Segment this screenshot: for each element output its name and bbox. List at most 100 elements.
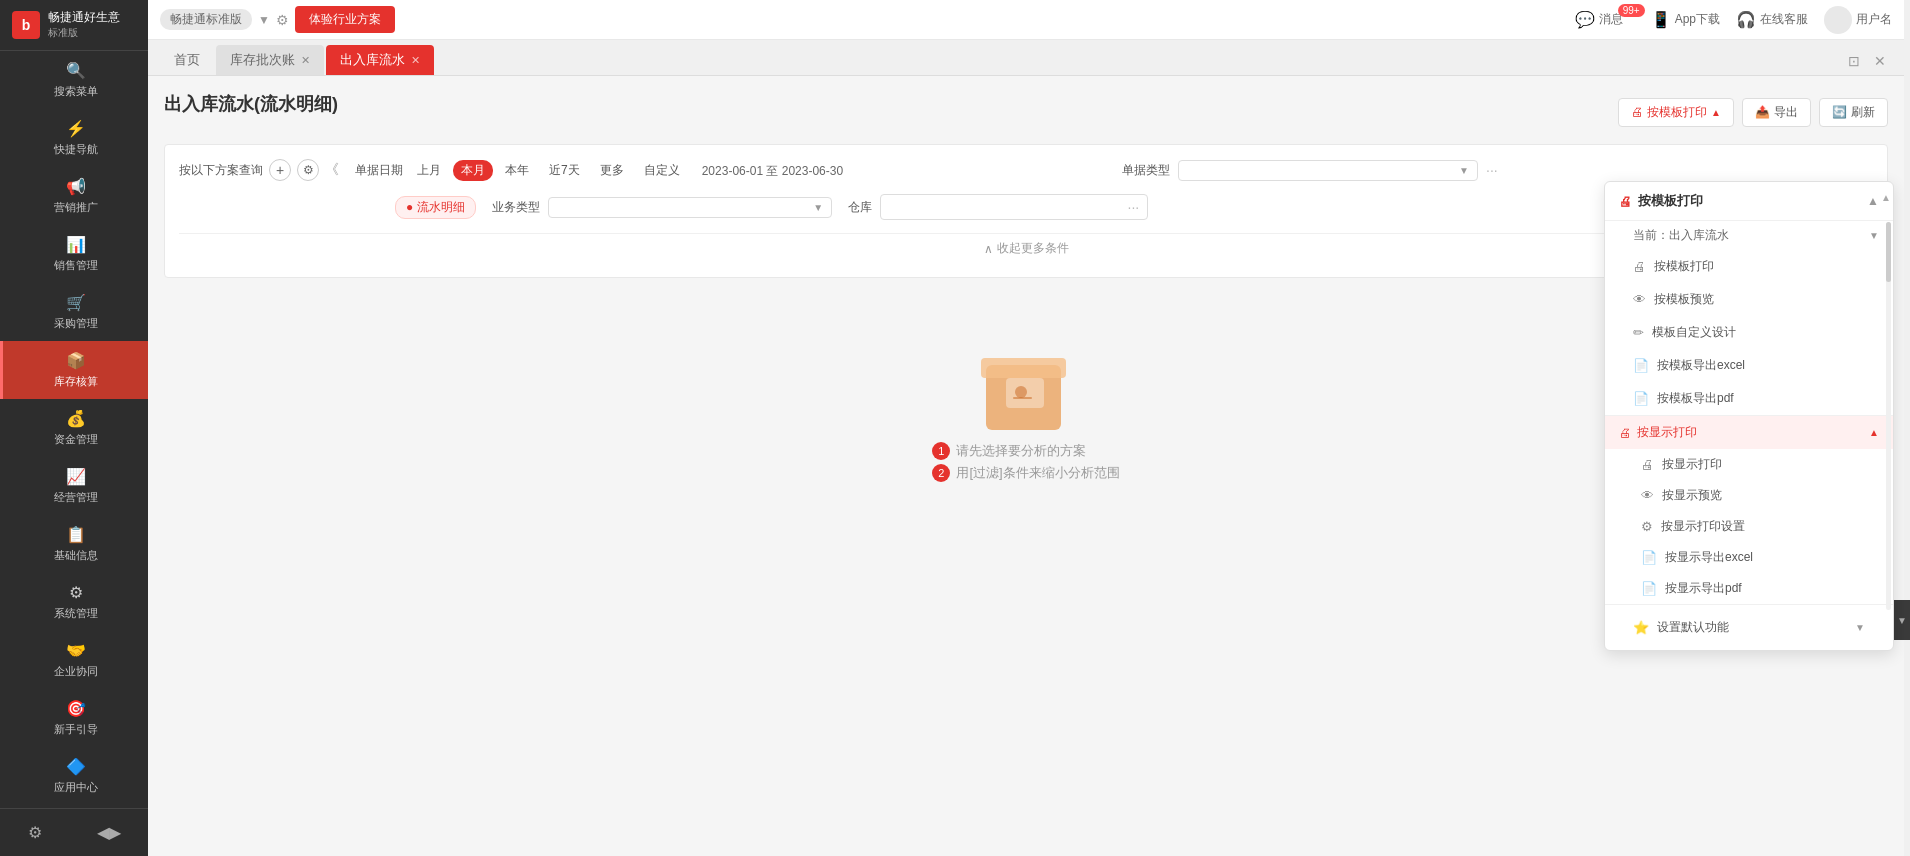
date-chip-custom[interactable]: 自定义 (636, 160, 688, 181)
refresh-btn[interactable]: 🔄 刷新 (1819, 98, 1888, 127)
sidebar-item-label: 销售管理 (54, 258, 98, 273)
app-download-label: App下载 (1675, 11, 1720, 28)
user-dropdown-icon[interactable]: ▼ (258, 13, 270, 27)
dropdown-item-display-print[interactable]: 🖨 按显示打印 (1605, 449, 1893, 480)
doc-type-input[interactable]: ▼ (1178, 160, 1478, 181)
dropdown-item-display-export-excel[interactable]: 📄 按显示导出excel (1605, 542, 1893, 573)
filter-set-btn[interactable]: ⚙ (297, 159, 319, 181)
business-type-input[interactable]: ▼ (548, 197, 832, 218)
panel-scroll-up[interactable]: ▲ (1879, 192, 1893, 203)
message-icon: 💬 (1575, 10, 1595, 29)
template-preview-icon: 👁 (1633, 292, 1646, 307)
tabs-bar: 首页 库存批次账 ✕ 出入库流水 ✕ ⊡ ✕ (148, 40, 1904, 76)
sidebar-nav: 🔍 搜索菜单 ⚡ 快捷导航 📢 营销推广 📊 销售管理 🛒 采购管理 📦 (0, 51, 148, 808)
sidebar-item-label: 营销推广 (54, 200, 98, 215)
display-section-icon: 🖨 (1619, 426, 1631, 440)
tab-close-all-btn[interactable]: ✕ (1868, 47, 1892, 75)
dropdown-display-section: 🖨 按显示打印 ▲ 🖨 按显示打印 👁 按显示预览 ⚙ (1605, 415, 1893, 604)
right-edge[interactable] (1904, 0, 1910, 856)
template-print-icon: 🖨 (1633, 259, 1646, 274)
sidebar-bottom: ⚙ ◀▶ (0, 808, 148, 856)
tab-home[interactable]: 首页 (160, 45, 214, 75)
sidebar-item-label: 系统管理 (54, 606, 98, 621)
sidebar-item-operations[interactable]: 📈 经营管理 (0, 457, 148, 515)
dropdown-display-header[interactable]: 🖨 按显示打印 ▲ (1605, 416, 1893, 449)
doc-type-label: 单据类型 (1122, 162, 1170, 179)
topbar-right: 💬 消息 99+ 📱 App下载 🎧 在线客服 用户名 (1575, 6, 1892, 34)
sidebar-item-label: 基础信息 (54, 548, 98, 563)
date-chip-this-month[interactable]: 本月 (453, 160, 493, 181)
sidebar-item-quick-nav[interactable]: ⚡ 快捷导航 (0, 109, 148, 167)
sidebar-item-system[interactable]: ⚙ 系统管理 (0, 573, 148, 631)
basic-info-icon: 📋 (66, 525, 86, 544)
filter-tag-icon: ● (406, 200, 413, 214)
filter-collapse-btn[interactable]: 《 (325, 161, 339, 179)
date-chip-7days[interactable]: 近7天 (541, 160, 588, 181)
export-btn[interactable]: 📤 导出 (1742, 98, 1811, 127)
trial-btn[interactable]: 体验行业方案 (295, 6, 395, 33)
dropdown-footer: ⭐ 设置默认功能 ▼ (1605, 604, 1893, 650)
template-pdf-icon: 📄 (1633, 391, 1649, 406)
online-service-icon: 🎧 (1736, 10, 1756, 29)
tab-flow[interactable]: 出入库流水 ✕ (326, 45, 434, 75)
sidebar-item-basic-info[interactable]: 📋 基础信息 (0, 515, 148, 573)
tab-inventory-batch-close[interactable]: ✕ (301, 54, 310, 67)
warehouse-field: 仓库 ··· (848, 194, 1148, 220)
sidebar-item-search-menu[interactable]: 🔍 搜索菜单 (0, 51, 148, 109)
doc-type-more[interactable]: ··· (1486, 162, 1498, 178)
dropdown-item-template-preview[interactable]: 👁 按模板预览 (1605, 283, 1893, 316)
sidebar-item-enterprise[interactable]: 🤝 企业协同 (0, 631, 148, 689)
doc-type-field: 单据类型 ▼ ··· (1122, 160, 1873, 181)
app-download-icon: 📱 (1651, 10, 1671, 29)
tab-maximize-btn[interactable]: ⊡ (1842, 47, 1866, 75)
date-chip-last-month[interactable]: 上月 (409, 160, 449, 181)
settings-btn[interactable]: ⚙ (24, 819, 46, 846)
display-preview-icon: 👁 (1641, 488, 1654, 503)
set-default-icon: ⭐ (1633, 620, 1649, 635)
display-excel-icon: 📄 (1641, 550, 1657, 565)
online-service-item[interactable]: 🎧 在线客服 (1736, 10, 1808, 29)
app-download-item[interactable]: 📱 App下载 (1651, 10, 1720, 29)
user-name[interactable]: 畅捷通标准版 (160, 9, 252, 30)
sidebar-item-label: 库存核算 (54, 374, 98, 389)
sidebar-item-guide[interactable]: 🎯 新手引导 (0, 689, 148, 747)
sidebar-item-inventory[interactable]: 📦 库存核算 (0, 341, 148, 399)
template-print-btn[interactable]: 🖨 按模板打印 ▲ (1618, 98, 1734, 127)
operations-icon: 📈 (66, 467, 86, 486)
dropdown-item-template-export-excel[interactable]: 📄 按模板导出excel (1605, 349, 1893, 382)
topbar-gear-icon[interactable]: ⚙ (276, 12, 289, 28)
sidebar-item-sales[interactable]: 📊 销售管理 (0, 225, 148, 283)
page-title: 出入库流水(流水明细) (164, 92, 338, 116)
dropdown-item-display-preview[interactable]: 👁 按显示预览 (1605, 480, 1893, 511)
sidebar-item-finance[interactable]: 💰 资金管理 (0, 399, 148, 457)
dropdown-item-template-custom[interactable]: ✏ 模板自定义设计 (1605, 316, 1893, 349)
dropdown-item-template-print[interactable]: 🖨 按模板打印 (1605, 250, 1893, 283)
tab-inventory-batch[interactable]: 库存批次账 ✕ (216, 45, 324, 75)
doc-type-arrow: ▼ (1459, 165, 1469, 176)
filter-tag[interactable]: ● 流水明细 (395, 196, 476, 219)
enterprise-icon: 🤝 (66, 641, 86, 660)
warehouse-more[interactable]: ··· (1128, 199, 1140, 215)
collapse-btn[interactable]: ◀▶ (93, 819, 125, 846)
tab-flow-close[interactable]: ✕ (411, 54, 420, 67)
template-custom-icon: ✏ (1633, 325, 1644, 340)
collapse-label: 收起更多条件 (997, 240, 1069, 257)
sidebar-item-purchase[interactable]: 🛒 采购管理 (0, 283, 148, 341)
panel-scrollbar-thumb[interactable] (1886, 222, 1891, 282)
filter-add-btn[interactable]: + (269, 159, 291, 181)
dropdown-item-template-export-pdf[interactable]: 📄 按模板导出pdf (1605, 382, 1893, 415)
message-item[interactable]: 💬 消息 99+ (1575, 10, 1635, 29)
warehouse-input[interactable]: ··· (880, 194, 1148, 220)
app-logo: b 畅捷通好生意 标准版 (0, 0, 148, 51)
sidebar-item-marketing[interactable]: 📢 营销推广 (0, 167, 148, 225)
avatar-item[interactable]: 用户名 (1824, 6, 1892, 34)
date-chip-more[interactable]: 更多 (592, 160, 632, 181)
dropdown-item-display-print-settings[interactable]: ⚙ 按显示打印设置 (1605, 511, 1893, 542)
sidebar-item-label: 新手引导 (54, 722, 98, 737)
dropdown-item-display-export-pdf[interactable]: 📄 按显示导出pdf (1605, 573, 1893, 604)
sidebar-item-app-center[interactable]: 🔷 应用中心 (0, 747, 148, 805)
set-default-btn[interactable]: ⭐ 设置默认功能 ▼ (1619, 613, 1879, 642)
date-chip-this-year[interactable]: 本年 (497, 160, 537, 181)
dropdown-collapse-arrow[interactable]: ▲ (1867, 194, 1879, 208)
inventory-icon: 📦 (66, 351, 86, 370)
